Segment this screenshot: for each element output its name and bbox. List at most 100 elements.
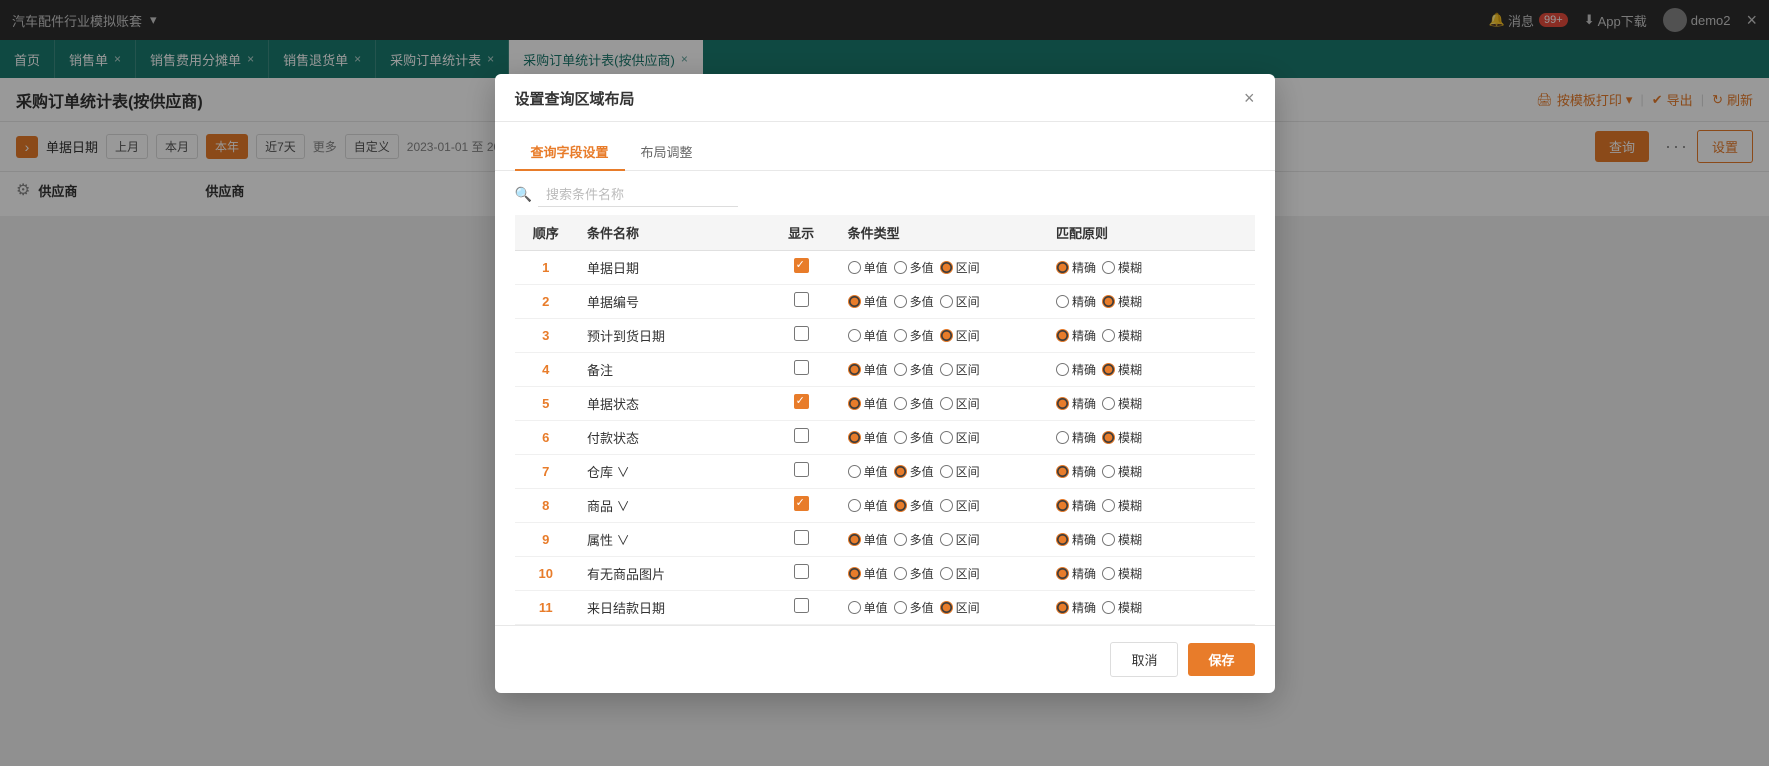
type-radio-input-单值-8[interactable] xyxy=(848,533,861,546)
type-radio-单值-4[interactable]: 单值 xyxy=(848,395,888,412)
match-radio-精确-9[interactable]: 精确 xyxy=(1056,565,1096,582)
type-radio-input-多值-2[interactable] xyxy=(894,329,907,342)
type-radio-input-区间-2[interactable] xyxy=(940,329,953,342)
type-radio-多值-7[interactable]: 多值 xyxy=(894,497,934,514)
match-radio-精确-8[interactable]: 精确 xyxy=(1056,531,1096,548)
type-radio-单值-7[interactable]: 单值 xyxy=(848,497,888,514)
match-radio-input-模糊-0[interactable] xyxy=(1102,261,1115,274)
type-radio-单值-9[interactable]: 单值 xyxy=(848,565,888,582)
tab-query-fields[interactable]: 查询字段设置 xyxy=(515,134,625,171)
tab-layout[interactable]: 布局调整 xyxy=(625,134,709,171)
type-radio-多值-2[interactable]: 多值 xyxy=(894,327,934,344)
match-radio-精确-2[interactable]: 精确 xyxy=(1056,327,1096,344)
type-radio-单值-8[interactable]: 单值 xyxy=(848,531,888,548)
type-radio-input-单值-5[interactable] xyxy=(848,431,861,444)
type-radio-input-区间-3[interactable] xyxy=(940,363,953,376)
match-radio-input-模糊-10[interactable] xyxy=(1102,601,1115,614)
match-radio-模糊-0[interactable]: 模糊 xyxy=(1102,259,1142,276)
match-radio-精确-5[interactable]: 精确 xyxy=(1056,429,1096,446)
type-radio-input-单值-3[interactable] xyxy=(848,363,861,376)
match-radio-input-模糊-4[interactable] xyxy=(1102,397,1115,410)
match-radio-input-精确-9[interactable] xyxy=(1056,567,1069,580)
row-display-1[interactable] xyxy=(765,284,838,318)
match-radio-input-精确-7[interactable] xyxy=(1056,499,1069,512)
match-radio-input-模糊-9[interactable] xyxy=(1102,567,1115,580)
modal-close-btn[interactable]: × xyxy=(1244,88,1255,121)
save-btn[interactable]: 保存 xyxy=(1188,643,1254,676)
type-radio-input-多值-1[interactable] xyxy=(894,295,907,308)
type-radio-区间-10[interactable]: 区间 xyxy=(940,599,980,616)
type-radio-区间-7[interactable]: 区间 xyxy=(940,497,980,514)
match-radio-模糊-8[interactable]: 模糊 xyxy=(1102,531,1142,548)
type-radio-区间-5[interactable]: 区间 xyxy=(940,429,980,446)
match-radio-input-模糊-7[interactable] xyxy=(1102,499,1115,512)
type-radio-单值-6[interactable]: 单值 xyxy=(848,463,888,480)
match-radio-input-精确-1[interactable] xyxy=(1056,295,1069,308)
match-radio-精确-3[interactable]: 精确 xyxy=(1056,361,1096,378)
type-radio-区间-3[interactable]: 区间 xyxy=(940,361,980,378)
type-radio-input-多值-6[interactable] xyxy=(894,465,907,478)
type-radio-多值-1[interactable]: 多值 xyxy=(894,293,934,310)
row-display-2[interactable] xyxy=(765,318,838,352)
checkbox-checked-4[interactable] xyxy=(794,394,809,409)
match-radio-精确-7[interactable]: 精确 xyxy=(1056,497,1096,514)
type-radio-input-多值-0[interactable] xyxy=(894,261,907,274)
match-radio-input-精确-2[interactable] xyxy=(1056,329,1069,342)
search-input[interactable] xyxy=(538,183,738,207)
type-radio-input-多值-8[interactable] xyxy=(894,533,907,546)
type-radio-input-区间-9[interactable] xyxy=(940,567,953,580)
type-radio-单值-5[interactable]: 单值 xyxy=(848,429,888,446)
type-radio-区间-1[interactable]: 区间 xyxy=(940,293,980,310)
checkbox-2[interactable] xyxy=(794,326,809,341)
row-display-5[interactable] xyxy=(765,420,838,454)
type-radio-多值-9[interactable]: 多值 xyxy=(894,565,934,582)
checkbox-6[interactable] xyxy=(794,462,809,477)
match-radio-input-模糊-1[interactable] xyxy=(1102,295,1115,308)
type-radio-input-多值-4[interactable] xyxy=(894,397,907,410)
type-radio-input-区间-5[interactable] xyxy=(940,431,953,444)
match-radio-模糊-7[interactable]: 模糊 xyxy=(1102,497,1142,514)
row-display-8[interactable] xyxy=(765,522,838,556)
type-radio-input-区间-0[interactable] xyxy=(940,261,953,274)
type-radio-input-区间-7[interactable] xyxy=(940,499,953,512)
type-radio-input-单值-6[interactable] xyxy=(848,465,861,478)
type-radio-input-区间-10[interactable] xyxy=(940,601,953,614)
row-display-4[interactable] xyxy=(765,386,838,420)
type-radio-input-多值-9[interactable] xyxy=(894,567,907,580)
type-radio-多值-5[interactable]: 多值 xyxy=(894,429,934,446)
type-radio-单值-0[interactable]: 单值 xyxy=(848,259,888,276)
match-radio-input-模糊-6[interactable] xyxy=(1102,465,1115,478)
type-radio-input-单值-0[interactable] xyxy=(848,261,861,274)
match-radio-精确-6[interactable]: 精确 xyxy=(1056,463,1096,480)
type-radio-input-多值-5[interactable] xyxy=(894,431,907,444)
match-radio-input-精确-4[interactable] xyxy=(1056,397,1069,410)
match-radio-input-模糊-8[interactable] xyxy=(1102,533,1115,546)
match-radio-模糊-1[interactable]: 模糊 xyxy=(1102,293,1142,310)
type-radio-区间-9[interactable]: 区间 xyxy=(940,565,980,582)
row-display-0[interactable] xyxy=(765,250,838,284)
match-radio-input-精确-6[interactable] xyxy=(1056,465,1069,478)
type-radio-input-单值-7[interactable] xyxy=(848,499,861,512)
type-radio-input-单值-1[interactable] xyxy=(848,295,861,308)
match-radio-模糊-3[interactable]: 模糊 xyxy=(1102,361,1142,378)
row-display-3[interactable] xyxy=(765,352,838,386)
match-radio-模糊-5[interactable]: 模糊 xyxy=(1102,429,1142,446)
type-radio-input-单值-10[interactable] xyxy=(848,601,861,614)
type-radio-多值-3[interactable]: 多值 xyxy=(894,361,934,378)
type-radio-input-单值-2[interactable] xyxy=(848,329,861,342)
match-radio-模糊-2[interactable]: 模糊 xyxy=(1102,327,1142,344)
row-display-10[interactable] xyxy=(765,590,838,624)
checkbox-checked-0[interactable] xyxy=(794,258,809,273)
checkbox-5[interactable] xyxy=(794,428,809,443)
match-radio-模糊-6[interactable]: 模糊 xyxy=(1102,463,1142,480)
match-radio-精确-10[interactable]: 精确 xyxy=(1056,599,1096,616)
type-radio-单值-1[interactable]: 单值 xyxy=(848,293,888,310)
match-radio-精确-4[interactable]: 精确 xyxy=(1056,395,1096,412)
type-radio-单值-2[interactable]: 单值 xyxy=(848,327,888,344)
checkbox-3[interactable] xyxy=(794,360,809,375)
match-radio-input-模糊-2[interactable] xyxy=(1102,329,1115,342)
type-radio-区间-6[interactable]: 区间 xyxy=(940,463,980,480)
row-display-7[interactable] xyxy=(765,488,838,522)
type-radio-多值-8[interactable]: 多值 xyxy=(894,531,934,548)
match-radio-模糊-10[interactable]: 模糊 xyxy=(1102,599,1142,616)
